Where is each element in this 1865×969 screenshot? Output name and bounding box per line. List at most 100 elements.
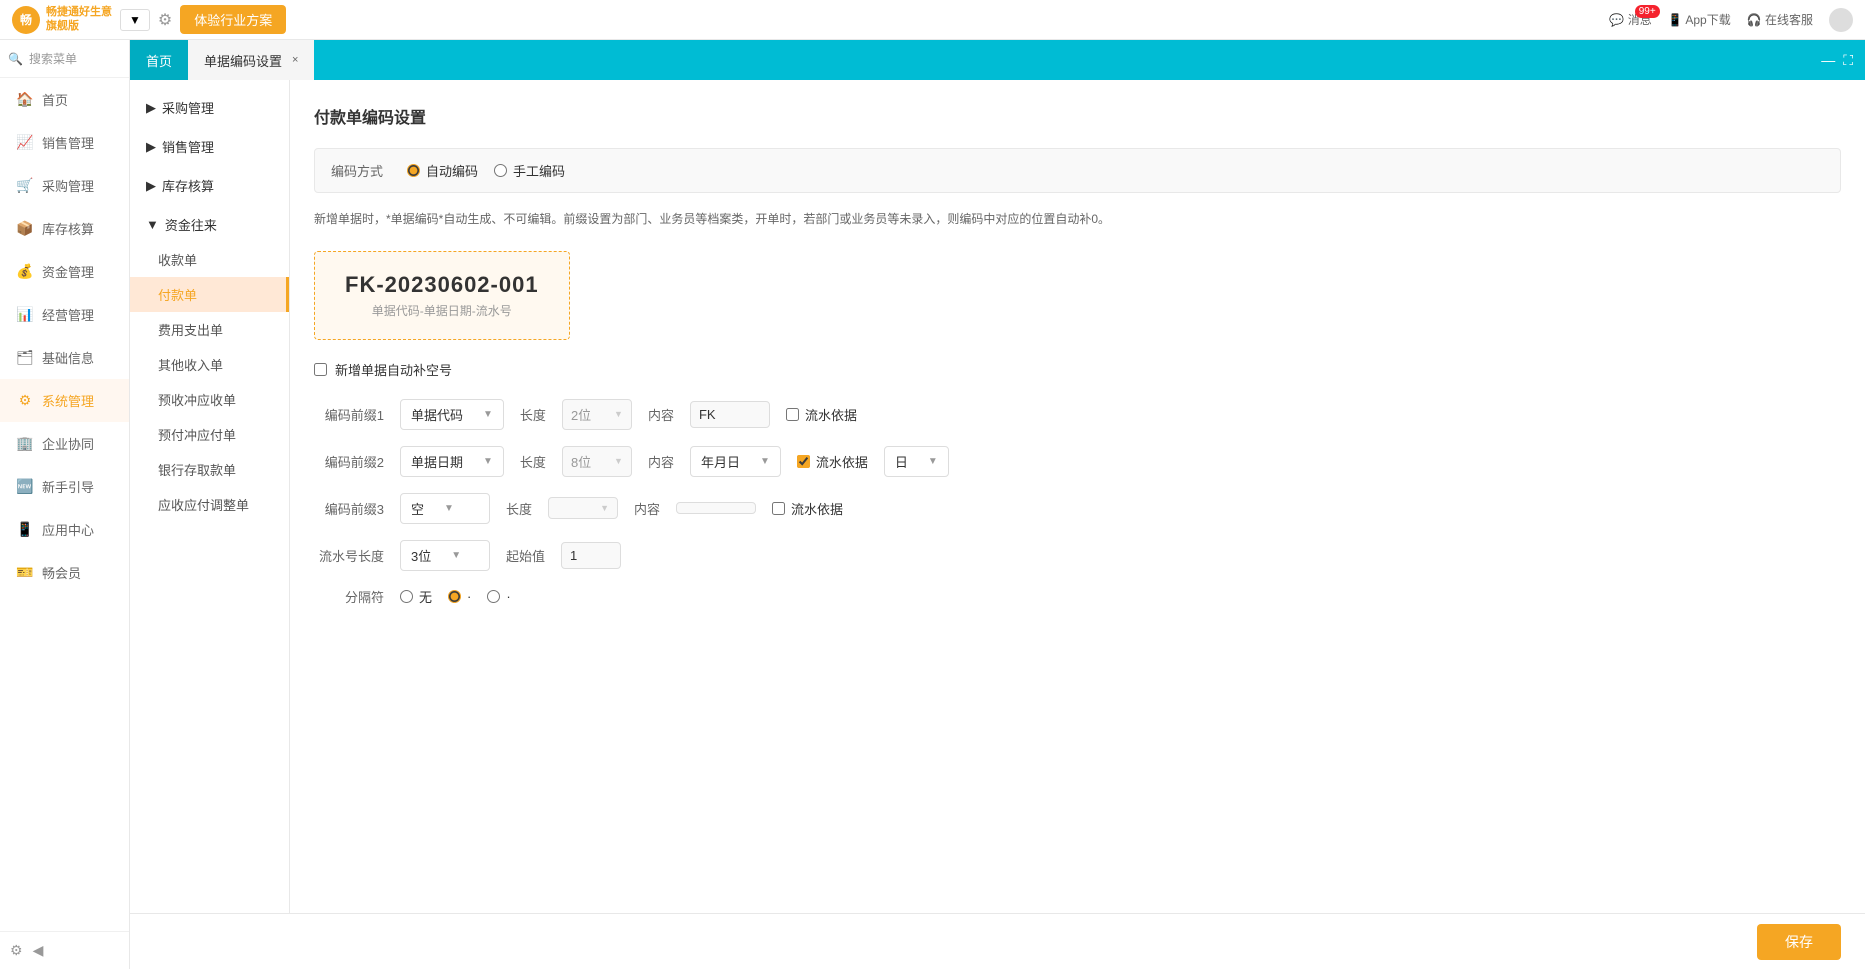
sidebar-item-finance[interactable]: 💰 资金管理 — [0, 250, 129, 293]
separator-none-radio[interactable] — [400, 590, 413, 603]
start-value-label: 起始值 — [506, 546, 545, 565]
sub-item-receipt[interactable]: 收款单 — [130, 242, 289, 277]
auto-encode-option[interactable]: 自动编码 — [407, 161, 478, 180]
sub-item-expense[interactable]: 费用支出单 — [130, 312, 289, 347]
separator-dot-radio[interactable] — [448, 590, 461, 603]
brand-text: 畅捷通好生意 旗舰版 — [46, 6, 112, 32]
separator-dot[interactable]: · — [448, 589, 471, 604]
tab-encoding-settings[interactable]: 单据编码设置 × — [188, 40, 314, 80]
manual-encode-radio[interactable] — [494, 164, 507, 177]
sub-item-pre-receive[interactable]: 预收冲应收单 — [130, 382, 289, 417]
chevron-down-icon: ▼ — [614, 456, 623, 466]
prefix2-watermark: 流水依据 — [797, 452, 868, 471]
prefix1-row: 编码前缀1 单据代码 ▼ 长度 2位 ▼ 内容 FK 流水依据 — [314, 399, 1841, 430]
sub-group-finance: ▼ 资金往来 收款单 付款单 费用支出单 其他收入单 预收冲应收单 预付冲应付单… — [130, 207, 289, 522]
tab-close-icon[interactable]: × — [292, 54, 298, 66]
separator-dot2-radio[interactable] — [487, 590, 500, 603]
sidebar-item-system[interactable]: ⚙ 系统管理 — [0, 379, 129, 422]
sidebar-item-apps[interactable]: 📱 应用中心 — [0, 508, 129, 551]
tab-bar-actions: — ⛶ — [1821, 52, 1865, 69]
sidebar-item-inventory[interactable]: 📦 库存核算 — [0, 207, 129, 250]
app-download[interactable]: 📱 App下载 — [1668, 11, 1731, 28]
prefix1-watermark: 流水依据 — [786, 405, 857, 424]
prefix1-value: 单据代码 — [411, 405, 463, 424]
sidebar-label: 资金管理 — [42, 262, 94, 281]
workspace-dropdown[interactable]: ▼ — [120, 9, 150, 31]
sales-icon: 📈 — [16, 134, 34, 151]
prefix2-select[interactable]: 单据日期 ▼ — [400, 446, 504, 477]
sidebar-item-sales[interactable]: 📈 销售管理 — [0, 121, 129, 164]
sub-item-bank[interactable]: 银行存取款单 — [130, 452, 289, 487]
prefix3-select[interactable]: 空 ▼ — [400, 493, 490, 524]
content-with-sub: ▶ 采购管理 ▶ 销售管理 ▶ 库存核算 — [130, 80, 1865, 913]
tab-home[interactable]: 首页 — [130, 40, 188, 80]
prefix1-select[interactable]: 单据代码 ▼ — [400, 399, 504, 430]
sidebar-item-basic[interactable]: 🗂 基础信息 — [0, 336, 129, 379]
home-icon: 🏠 — [16, 91, 34, 108]
online-service[interactable]: 🎧 在线客服 — [1747, 11, 1813, 28]
sidebar-label: 库存核算 — [42, 219, 94, 238]
sub-group-label: 资金往来 — [165, 215, 217, 234]
sub-item-adjust[interactable]: 应收应付调整单 — [130, 487, 289, 522]
prefix2-date-select[interactable]: 日 ▼ — [884, 446, 949, 477]
save-button[interactable]: 保存 — [1757, 924, 1841, 960]
prefix2-content-select[interactable]: 年月日 ▼ — [690, 446, 781, 477]
form-area: 付款单编码设置 编码方式 自动编码 手工编码 — [290, 80, 1865, 913]
separator-dot2[interactable]: · — [487, 589, 510, 604]
prefix1-watermark-checkbox[interactable] — [786, 408, 799, 421]
prefix3-watermark: 流水依据 — [772, 499, 843, 518]
sub-group-label: 采购管理 — [162, 98, 214, 117]
sub-group-purchase-title[interactable]: ▶ 采购管理 — [130, 90, 289, 125]
sub-item-pre-pay[interactable]: 预付冲应付单 — [130, 417, 289, 452]
sub-group-inventory-title[interactable]: ▶ 库存核算 — [130, 168, 289, 203]
message-badge[interactable]: 💬 消息 99+ — [1609, 11, 1651, 28]
separator-dot-label: · — [467, 589, 471, 604]
tab-bar: 首页 单据编码设置 × — ⛶ — [130, 40, 1865, 80]
sidebar-item-home[interactable]: 🏠 首页 — [0, 78, 129, 121]
header-left: 畅 畅捷通好生意 旗舰版 ▼ ⚙ 体验行业方案 — [12, 5, 286, 34]
prefix2-watermark-checkbox[interactable] — [797, 455, 810, 468]
apps-icon: 📱 — [16, 521, 34, 538]
chevron-down-icon: ▼ — [146, 217, 159, 232]
manual-encode-option[interactable]: 手工编码 — [494, 161, 565, 180]
prefix2-content-value: 年月日 — [701, 452, 740, 471]
sub-item-payment[interactable]: 付款单 — [130, 277, 289, 312]
start-value-field[interactable]: 1 — [561, 542, 621, 569]
auto-fill-label: 新增单据自动补空号 — [335, 360, 452, 379]
serial-length-select[interactable]: 3位 ▼ — [400, 540, 490, 571]
main-layout: 🔍 搜索菜单 🏠 首页 📈 销售管理 🛒 采购管理 📦 库存核算 💰 资金管理 … — [0, 40, 1865, 969]
prefix2-length-label: 长度 — [520, 452, 546, 471]
operations-icon: 📊 — [16, 306, 34, 323]
chevron-down-icon: ▼ — [483, 456, 493, 467]
user-avatar[interactable] — [1829, 8, 1853, 32]
tab-minimize-button[interactable]: — — [1821, 52, 1835, 68]
tab-maximize-button[interactable]: ⛶ — [1843, 52, 1853, 69]
prefix2-row: 编码前缀2 单据日期 ▼ 长度 8位 ▼ 内容 年月日 ▼ — [314, 446, 1841, 477]
brand-logo: 畅 畅捷通好生意 旗舰版 — [12, 6, 112, 34]
prefix3-value: 空 — [411, 499, 424, 518]
auto-encode-radio[interactable] — [407, 164, 420, 177]
prefix3-watermark-checkbox[interactable] — [772, 502, 785, 515]
sub-group-inventory: ▶ 库存核算 — [130, 168, 289, 203]
sidebar-item-purchase[interactable]: 🛒 采购管理 — [0, 164, 129, 207]
sidebar-item-enterprise[interactable]: 🏢 企业协同 — [0, 422, 129, 465]
experience-button[interactable]: 体验行业方案 — [180, 5, 286, 34]
info-text: 新增单据时，*单据编码*自动生成、不可编辑。前缀设置为部门、业务员等档案类，开单… — [314, 209, 1841, 231]
sub-item-other-income[interactable]: 其他收入单 — [130, 347, 289, 382]
sub-group-sales-title[interactable]: ▶ 销售管理 — [130, 129, 289, 164]
footer-settings-button[interactable]: ⚙ — [10, 942, 23, 959]
sidebar-item-member[interactable]: 🎫 畅会员 — [0, 551, 129, 594]
search-menu[interactable]: 🔍 搜索菜单 — [0, 40, 129, 78]
footer-collapse-button[interactable]: ◀ — [33, 942, 44, 959]
sub-group-finance-title[interactable]: ▼ 资金往来 — [130, 207, 289, 242]
sidebar-item-operations[interactable]: 📊 经营管理 — [0, 293, 129, 336]
separator-none[interactable]: 无 — [400, 587, 432, 606]
encoding-method-section: 编码方式 自动编码 手工编码 — [314, 148, 1841, 193]
auto-fill-checkbox[interactable] — [314, 363, 327, 376]
left-sidebar: 🔍 搜索菜单 🏠 首页 📈 销售管理 🛒 采购管理 📦 库存核算 💰 资金管理 … — [0, 40, 130, 969]
auto-fill-row: 新增单据自动补空号 — [314, 360, 1841, 379]
settings-icon[interactable]: ⚙ — [158, 10, 172, 30]
sidebar-label: 采购管理 — [42, 176, 94, 195]
sidebar-item-guide[interactable]: 🆕 新手引导 — [0, 465, 129, 508]
header-right: 💬 消息 99+ 📱 App下载 🎧 在线客服 — [1609, 8, 1853, 32]
